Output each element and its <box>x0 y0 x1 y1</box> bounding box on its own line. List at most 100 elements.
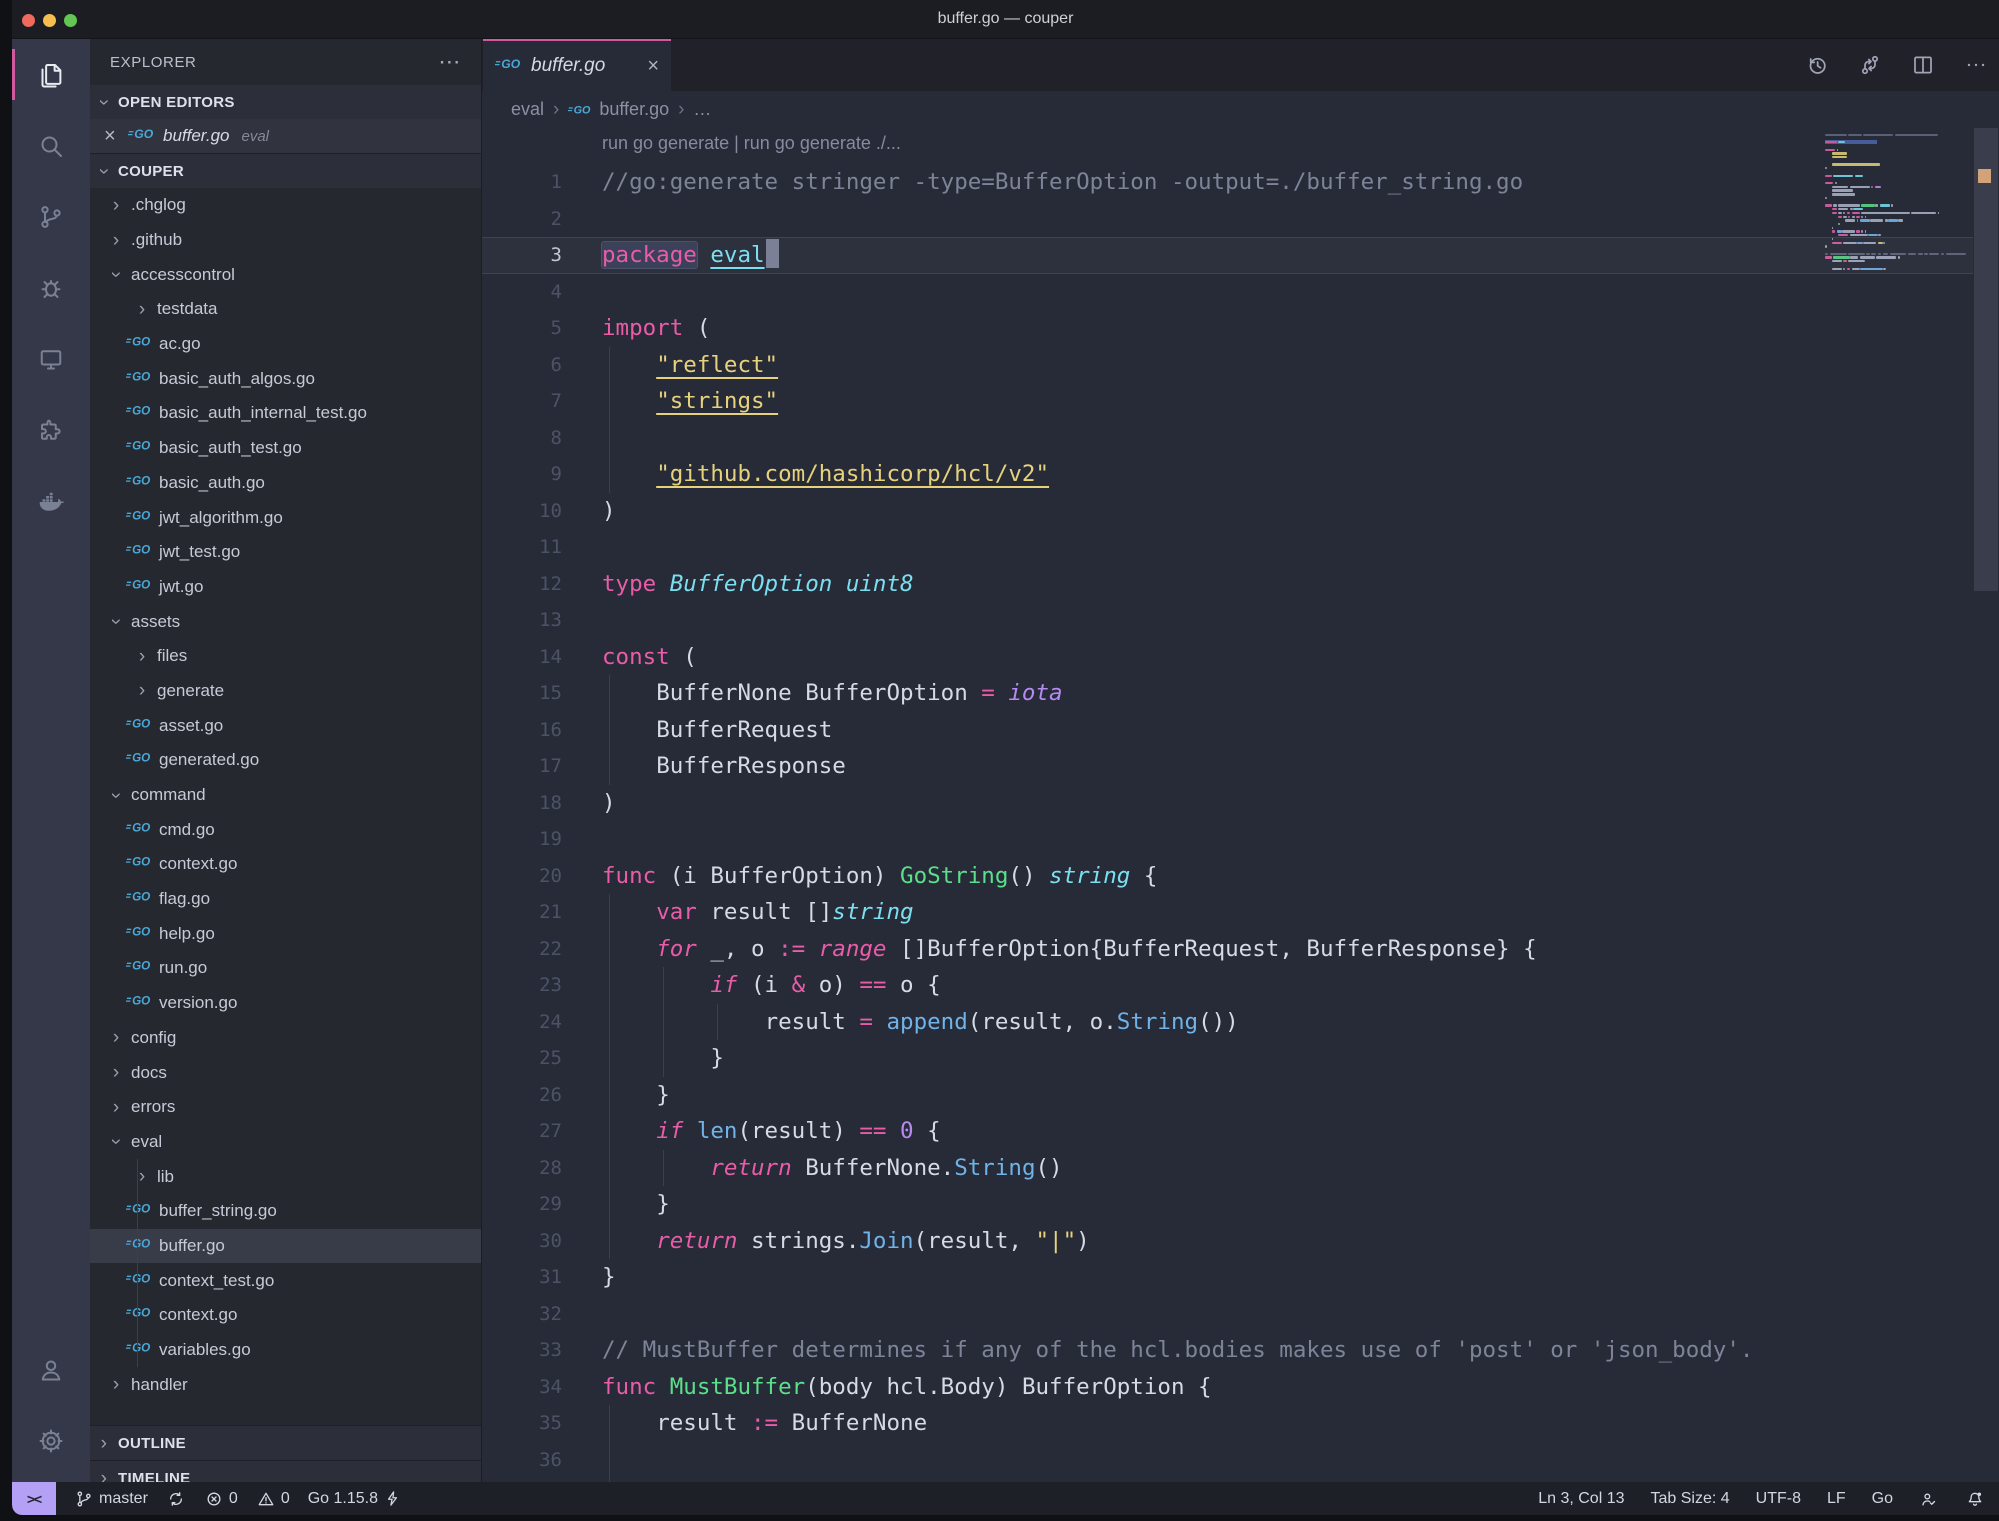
code-line-23[interactable]: 23 if (i & o) == o { <box>482 967 1999 1004</box>
tree-folder-config[interactable]: ›config <box>90 1021 481 1056</box>
code-line-21[interactable]: 21 var result []string <box>482 894 1999 931</box>
status-tab-size-4[interactable]: Tab Size: 4 <box>1651 1490 1730 1508</box>
code-line-36[interactable]: 36 <box>482 1442 1999 1479</box>
codelens-run-go-generate[interactable]: run go generate | run go generate ./... <box>602 133 901 154</box>
more-actions-icon[interactable] <box>1963 52 1989 78</box>
outline-section-header[interactable]: › OUTLINE <box>90 1425 481 1460</box>
tree-file-jwt-test-go[interactable]: GOjwt_test.go <box>90 535 481 570</box>
code-line-2[interactable]: 2 <box>482 201 1999 238</box>
tree-file-basic-auth-test-go[interactable]: GObasic_auth_test.go <box>90 431 481 466</box>
breadcrumb-item--[interactable]: … <box>693 99 711 120</box>
tree-file-buffer-string-go[interactable]: GObuffer_string.go <box>90 1194 481 1229</box>
code-line-5[interactable]: 5import ( <box>482 310 1999 347</box>
status-ln-3-col-13[interactable]: Ln 3, Col 13 <box>1538 1490 1624 1508</box>
tree-file-jwt-algorithm-go[interactable]: GOjwt_algorithm.go <box>90 500 481 535</box>
status-error[interactable]: 0 <box>204 1489 238 1509</box>
code-line-20[interactable]: 20func (i BufferOption) GoString() strin… <box>482 858 1999 895</box>
code-line-30[interactable]: 30 return strings.Join(result, "|") <box>482 1223 1999 1260</box>
tree-file-asset-go[interactable]: GOasset.go <box>90 708 481 743</box>
code-line-24[interactable]: 24 result = append(result, o.String()) <box>482 1004 1999 1041</box>
code-line-6[interactable]: 6 "reflect" <box>482 347 1999 384</box>
code-line-35[interactable]: 35 result := BufferNone <box>482 1405 1999 1442</box>
tree-file-help-go[interactable]: GOhelp.go <box>90 916 481 951</box>
remote-indicator[interactable]: >< <box>12 1482 56 1515</box>
tab-buffer-go[interactable]: GO buffer.go × <box>483 39 671 91</box>
tree-file-buffer-go[interactable]: GObuffer.go <box>90 1229 481 1264</box>
tree-file-context-test-go[interactable]: GOcontext_test.go <box>90 1263 481 1298</box>
open-timeline-icon[interactable] <box>1804 52 1830 78</box>
tree-file-basic-auth-algos-go[interactable]: GObasic_auth_algos.go <box>90 361 481 396</box>
activity-bar-item-docker[interactable] <box>12 465 90 536</box>
open-editor-item-buffer-go[interactable]: × GO buffer.go eval <box>90 119 481 153</box>
code-editor[interactable]: run go generate | run go generate ./... … <box>482 128 1999 1482</box>
tree-folder-docs[interactable]: ›docs <box>90 1055 481 1090</box>
breadcrumb-item-buffer-go[interactable]: GObuffer.go <box>568 99 669 120</box>
code-line-1[interactable]: 1//go:generate stringer -type=BufferOpti… <box>482 164 1999 201</box>
split-editor-icon[interactable] <box>1910 52 1936 78</box>
code-line-29[interactable]: 29 } <box>482 1186 1999 1223</box>
status-warning[interactable]: 0 <box>256 1489 290 1509</box>
code-line-27[interactable]: 27 if len(result) == 0 { <box>482 1113 1999 1150</box>
code-line-31[interactable]: 31} <box>482 1259 1999 1296</box>
activity-bar-item-source-control[interactable] <box>12 181 90 252</box>
code-line-13[interactable]: 13 <box>482 602 1999 639</box>
code-line-25[interactable]: 25 } <box>482 1040 1999 1077</box>
tree-file-basic-auth-internal-test-go[interactable]: GObasic_auth_internal_test.go <box>90 396 481 431</box>
close-icon[interactable]: × <box>104 125 120 148</box>
code-line-34[interactable]: 34func MustBuffer(body hcl.Body) BufferO… <box>482 1369 1999 1406</box>
status-bell[interactable] <box>1965 1489 1985 1509</box>
activity-bar-item-settings[interactable] <box>12 1405 90 1476</box>
tree-folder-files[interactable]: ›files <box>90 639 481 674</box>
code-line-26[interactable]: 26 } <box>482 1077 1999 1114</box>
code-line-8[interactable]: 8 <box>482 420 1999 457</box>
status-utf-8[interactable]: UTF-8 <box>1756 1490 1801 1508</box>
status-sync[interactable] <box>166 1489 186 1509</box>
code-line-18[interactable]: 18) <box>482 785 1999 822</box>
activity-bar-item-search[interactable] <box>12 110 90 181</box>
code-line-32[interactable]: 32 <box>482 1296 1999 1333</box>
tree-file-version-go[interactable]: GOversion.go <box>90 986 481 1021</box>
code-line-19[interactable]: 19 <box>482 821 1999 858</box>
tree-folder-command[interactable]: ›command <box>90 778 481 813</box>
status-lf[interactable]: LF <box>1827 1490 1846 1508</box>
tree-folder-errors[interactable]: ›errors <box>90 1090 481 1125</box>
code-line-9[interactable]: 9 "github.com/hashicorp/hcl/v2" <box>482 456 1999 493</box>
code-line-12[interactable]: 12type BufferOption uint8 <box>482 566 1999 603</box>
status-go[interactable]: Go <box>1872 1490 1893 1508</box>
tree-file-flag-go[interactable]: GOflag.go <box>90 882 481 917</box>
code-line-3[interactable]: 3package eval <box>482 237 1999 274</box>
tree-file-cmd-go[interactable]: GOcmd.go <box>90 812 481 847</box>
code-line-10[interactable]: 10) <box>482 493 1999 530</box>
tree-file-generated-go[interactable]: GOgenerated.go <box>90 743 481 778</box>
tree-file-ac-go[interactable]: GOac.go <box>90 327 481 362</box>
tree-file-context-go[interactable]: GOcontext.go <box>90 1298 481 1333</box>
tree-file-context-go[interactable]: GOcontext.go <box>90 847 481 882</box>
activity-bar-item-run-and-debug[interactable] <box>12 252 90 323</box>
status-feedback[interactable] <box>1919 1489 1939 1509</box>
status-go-1-15-8[interactable]: Go 1.15.8 <box>308 1489 402 1508</box>
code-line-28[interactable]: 28 return BufferNone.String() <box>482 1150 1999 1187</box>
code-line-4[interactable]: 4 <box>482 274 1999 311</box>
tree-file-jwt-go[interactable]: GOjwt.go <box>90 570 481 605</box>
breadcrumb-item-eval[interactable]: eval <box>511 99 544 120</box>
code-line-7[interactable]: 7 "strings" <box>482 383 1999 420</box>
tree-file-run-go[interactable]: GOrun.go <box>90 951 481 986</box>
tree-folder-lib[interactable]: ›lib <box>90 1159 481 1194</box>
code-line-11[interactable]: 11 <box>482 529 1999 566</box>
open-editors-section-header[interactable]: › OPEN EDITORS <box>90 85 481 119</box>
code-line-15[interactable]: 15 BufferNone BufferOption = iota <box>482 675 1999 712</box>
tree-folder-accesscontrol[interactable]: ›accesscontrol <box>90 257 481 292</box>
code-line-33[interactable]: 33// MustBuffer determines if any of the… <box>482 1332 1999 1369</box>
tree-folder-eval[interactable]: ›eval <box>90 1125 481 1160</box>
more-actions-icon[interactable]: ⋯ <box>438 49 461 75</box>
close-tab-icon[interactable]: × <box>647 55 659 78</box>
tree-file-basic-auth-go[interactable]: GObasic_auth.go <box>90 466 481 501</box>
tree-folder--chglog[interactable]: ›.chglog <box>90 188 481 223</box>
tree-folder-generate[interactable]: ›generate <box>90 674 481 709</box>
tree-folder--github[interactable]: ›.github <box>90 223 481 258</box>
activity-bar-item-accounts[interactable] <box>12 1334 90 1405</box>
code-line-16[interactable]: 16 BufferRequest <box>482 712 1999 749</box>
code-line-17[interactable]: 17 BufferResponse <box>482 748 1999 785</box>
timeline-section-header[interactable]: › TIMELINE <box>90 1460 481 1482</box>
activity-bar-item-explorer[interactable] <box>12 39 90 110</box>
